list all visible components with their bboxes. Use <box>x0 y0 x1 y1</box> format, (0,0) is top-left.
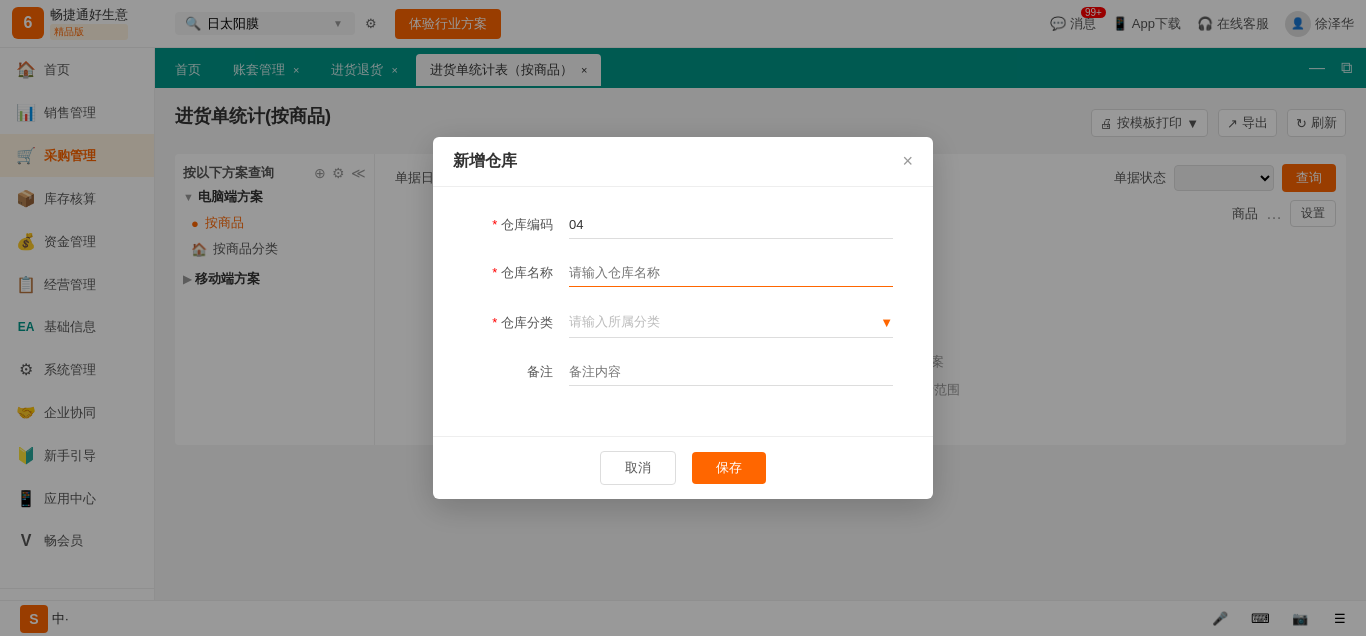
save-btn[interactable]: 保存 <box>692 452 766 484</box>
modal-overlay: 新增仓库 × * 仓库编码 * 仓库名称 <box>0 0 1366 636</box>
modal-footer: 取消 保存 <box>433 436 933 499</box>
category-label: * 仓库分类 <box>473 314 553 332</box>
cancel-btn[interactable]: 取消 <box>600 451 676 485</box>
form-row-code: * 仓库编码 <box>473 211 893 239</box>
modal-header: 新增仓库 × <box>433 137 933 187</box>
category-dropdown-icon: ▼ <box>880 315 893 330</box>
modal-title: 新增仓库 <box>453 151 517 172</box>
warehouse-code-input[interactable] <box>569 211 893 239</box>
name-label: * 仓库名称 <box>473 264 553 282</box>
form-row-name: * 仓库名称 <box>473 259 893 287</box>
modal-body: * 仓库编码 * 仓库名称 * 仓库分类 请输入 <box>433 187 933 436</box>
warehouse-category-select[interactable]: 请输入所属分类 ▼ <box>569 307 893 338</box>
note-label: 备注 <box>473 363 553 381</box>
modal-close-btn[interactable]: × <box>902 151 913 172</box>
code-label: * 仓库编码 <box>473 216 553 234</box>
warehouse-note-input[interactable] <box>569 358 893 386</box>
form-row-note: 备注 <box>473 358 893 386</box>
form-row-category: * 仓库分类 请输入所属分类 ▼ <box>473 307 893 338</box>
warehouse-name-input[interactable] <box>569 259 893 287</box>
new-warehouse-modal: 新增仓库 × * 仓库编码 * 仓库名称 <box>433 137 933 499</box>
